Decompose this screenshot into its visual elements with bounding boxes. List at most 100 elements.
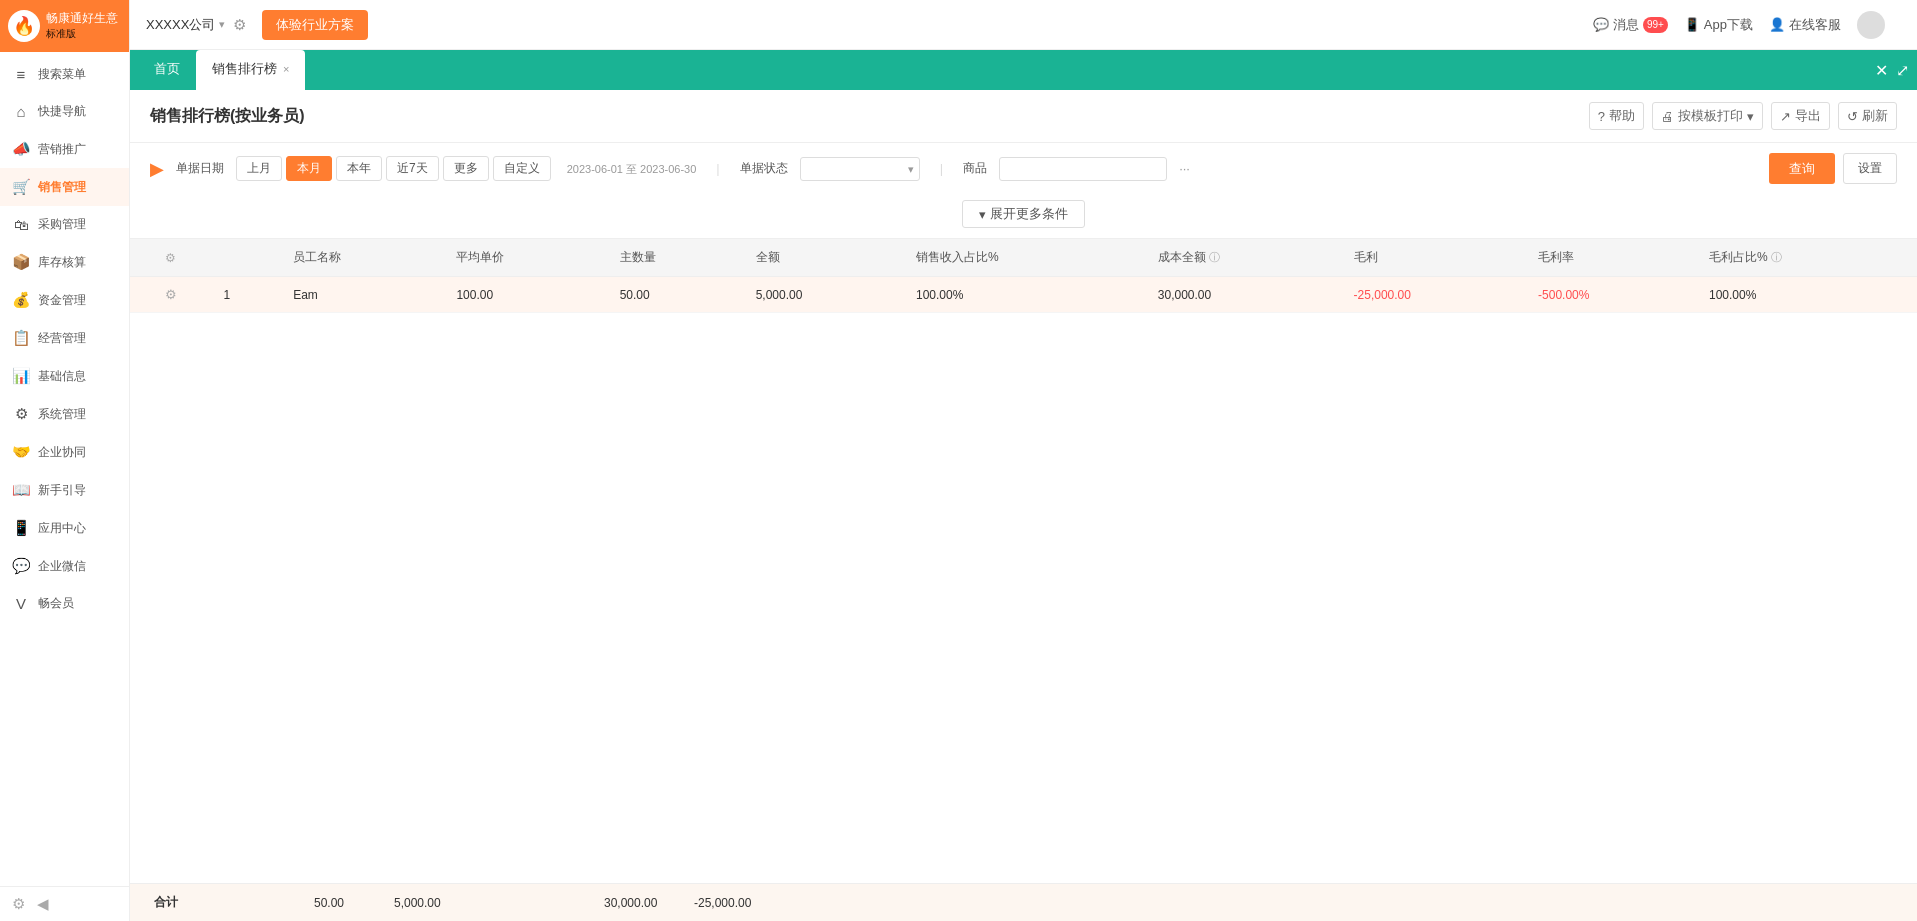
- membership-icon: V: [12, 595, 30, 612]
- sidebar-item-operations[interactable]: 📋 经营管理: [0, 319, 129, 357]
- message-btn[interactable]: 💬 消息 99+: [1593, 16, 1668, 34]
- expand-more-btn[interactable]: ▾ 展开更多条件: [962, 200, 1085, 228]
- sidebar-item-search-menu[interactable]: ≡ 搜索菜单: [0, 56, 129, 93]
- goods-input[interactable]: [999, 157, 1167, 181]
- app-download-btn[interactable]: 📱 App下载: [1684, 16, 1753, 34]
- cell-gross-pct-0: 100.00%: [1697, 277, 1917, 313]
- cell-settings-0[interactable]: ⚙: [130, 277, 212, 313]
- table-area: ⚙ 员工名称 平均单价 主数量 全额 销售收入占比% 成本全额 ⓘ 毛利 毛利率…: [130, 239, 1917, 883]
- guide-icon: 📖: [12, 481, 30, 499]
- sidebar-item-marketing[interactable]: 📣 营销推广: [0, 130, 129, 168]
- sidebar-item-sales[interactable]: 🛒 销售管理: [0, 168, 129, 206]
- this-month-btn[interactable]: 本月: [286, 156, 332, 181]
- template-print-label: 按模板打印: [1678, 107, 1743, 125]
- weixin-icon: 💬: [12, 557, 30, 575]
- sidebar-item-purchase[interactable]: 🛍 采购管理: [0, 206, 129, 243]
- message-label: 消息: [1613, 16, 1639, 34]
- settings-bottom-icon[interactable]: ⚙: [12, 895, 25, 913]
- online-service-icon: 👤: [1769, 17, 1785, 32]
- export-icon: ↗: [1780, 109, 1791, 124]
- export-btn[interactable]: ↗ 导出: [1771, 102, 1830, 130]
- refresh-label: 刷新: [1862, 107, 1888, 125]
- app-download-icon: 📱: [1684, 17, 1700, 32]
- system-icon: ⚙: [12, 405, 30, 423]
- filter-sep2: |: [940, 161, 943, 176]
- date-label: 单据日期: [176, 160, 224, 177]
- query-btn[interactable]: 查询: [1769, 153, 1835, 184]
- sidebar-item-cooperation[interactable]: 🤝 企业协同: [0, 433, 129, 471]
- cooperation-icon: 🤝: [12, 443, 30, 461]
- col-gross: 毛利: [1342, 239, 1527, 277]
- tab-close-icon[interactable]: ×: [283, 63, 289, 75]
- quick-nav-label: 快捷导航: [38, 103, 86, 120]
- sidebar-item-quick-nav[interactable]: ⌂ 快捷导航: [0, 93, 129, 130]
- tab-close-window-icon[interactable]: ✕: [1875, 61, 1888, 80]
- custom-btn[interactable]: 自定义: [493, 156, 551, 181]
- col-settings[interactable]: ⚙: [130, 239, 212, 277]
- gross-pct-info-icon[interactable]: ⓘ: [1771, 251, 1782, 263]
- settings-btn[interactable]: 设置: [1843, 153, 1897, 184]
- footer-gross: -25,000.00: [682, 896, 772, 910]
- cost-info-icon[interactable]: ⓘ: [1209, 251, 1220, 263]
- tab-sales-rank[interactable]: 销售排行榜 ×: [196, 50, 305, 90]
- sidebar-logo: 🔥 畅康通好生意 标准版: [0, 0, 129, 52]
- table-row: ⚙ 1 Eam 100.00 50.00 5,000.00 100.00% 30…: [130, 277, 1917, 313]
- sidebar-item-finance[interactable]: 💰 资金管理: [0, 281, 129, 319]
- table-header-row: ⚙ 员工名称 平均单价 主数量 全额 销售收入占比% 成本全额 ⓘ 毛利 毛利率…: [130, 239, 1917, 277]
- col-gross-rate: 毛利率: [1526, 239, 1697, 277]
- col-name: 员工名称: [281, 239, 444, 277]
- sidebar-item-guide[interactable]: 📖 新手引导: [0, 471, 129, 509]
- finance-label: 资金管理: [38, 292, 86, 309]
- trial-btn[interactable]: 体验行业方案: [262, 10, 368, 40]
- operations-icon: 📋: [12, 329, 30, 347]
- app-center-label: 应用中心: [38, 520, 86, 537]
- message-icon: 💬: [1593, 17, 1609, 32]
- online-service-btn[interactable]: 👤 在线客服: [1769, 16, 1841, 34]
- filter-dots[interactable]: ···: [1179, 161, 1190, 176]
- cell-cost-0: 30,000.00: [1146, 277, 1342, 313]
- filter-sep1: |: [716, 161, 719, 176]
- cell-amount-0: 5,000.00: [744, 277, 904, 313]
- col-cost: 成本全额 ⓘ: [1146, 239, 1342, 277]
- sidebar-bottom: ⚙ ◀: [0, 886, 129, 921]
- sales-label: 销售管理: [38, 179, 86, 196]
- app-download-label: App下载: [1704, 16, 1753, 34]
- tab-maximize-icon[interactable]: ⤢: [1896, 61, 1909, 80]
- template-print-btn[interactable]: 🖨 按模板打印 ▾: [1652, 102, 1763, 130]
- footer-cost: 30,000.00: [592, 896, 682, 910]
- last7-btn[interactable]: 近7天: [386, 156, 439, 181]
- topbar-gear-icon[interactable]: ⚙: [233, 16, 246, 34]
- col-avg-price: 平均单价: [444, 239, 607, 277]
- this-year-btn[interactable]: 本年: [336, 156, 382, 181]
- sidebar-item-weixin[interactable]: 💬 企业微信: [0, 547, 129, 585]
- quick-nav-icon: ⌂: [12, 103, 30, 120]
- sales-icon: 🛒: [12, 178, 30, 196]
- page-header: 销售排行榜(按业务员) ? 帮助 🖨 按模板打印 ▾ ↗ 导出 ↺ 刷新: [130, 90, 1917, 143]
- tab-sales-rank-label: 销售排行榜: [212, 60, 277, 78]
- tabbar: 首页 销售排行榜 × ✕ ⤢: [130, 50, 1917, 90]
- company-selector[interactable]: XXXXX公司 ▾: [146, 16, 225, 34]
- sidebar-item-inventory[interactable]: 📦 库存核算: [0, 243, 129, 281]
- sidebar-item-app-center[interactable]: 📱 应用中心: [0, 509, 129, 547]
- sidebar-item-basic-info[interactable]: 📊 基础信息: [0, 357, 129, 395]
- avatar[interactable]: [1857, 11, 1885, 39]
- cell-rank-0: 1: [212, 277, 282, 313]
- col-gross-pct: 毛利占比% ⓘ: [1697, 239, 1917, 277]
- collapse-icon[interactable]: ◀: [37, 895, 49, 913]
- purchase-label: 采购管理: [38, 216, 86, 233]
- refresh-btn[interactable]: ↺ 刷新: [1838, 102, 1897, 130]
- online-service-label: 在线客服: [1789, 16, 1841, 34]
- status-select[interactable]: [800, 157, 920, 181]
- page-actions: ? 帮助 🖨 按模板打印 ▾ ↗ 导出 ↺ 刷新: [1589, 102, 1897, 130]
- content-area: 销售排行榜(按业务员) ? 帮助 🖨 按模板打印 ▾ ↗ 导出 ↺ 刷新: [130, 90, 1917, 921]
- more-btn[interactable]: 更多: [443, 156, 489, 181]
- sidebar-item-membership[interactable]: V 畅会员: [0, 585, 129, 622]
- date-btns: 上月 本月 本年 近7天 更多 自定义: [236, 156, 551, 181]
- filter-expand-icon[interactable]: ▶: [150, 158, 164, 180]
- last-month-btn[interactable]: 上月: [236, 156, 282, 181]
- date-range: 2023-06-01 至 2023-06-30: [567, 162, 697, 177]
- sidebar-item-system[interactable]: ⚙ 系统管理: [0, 395, 129, 433]
- help-btn[interactable]: ? 帮助: [1589, 102, 1644, 130]
- system-label: 系统管理: [38, 406, 86, 423]
- tab-home[interactable]: 首页: [138, 50, 196, 90]
